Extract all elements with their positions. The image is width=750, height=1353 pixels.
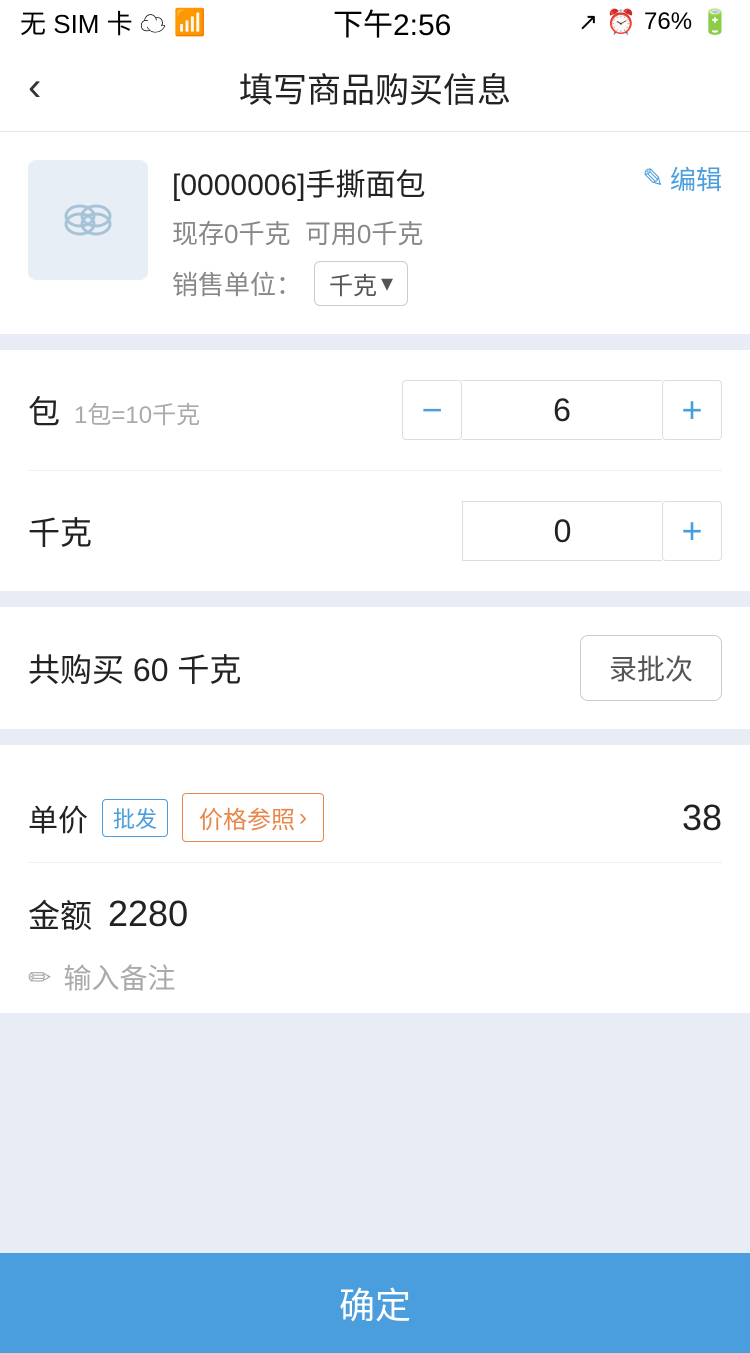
battery-level: 76% <box>644 8 692 36</box>
product-stock: 现存0千克 可用0千克 <box>172 214 722 251</box>
divider-3 <box>0 729 750 745</box>
divider-1 <box>0 334 750 350</box>
price-row: 单价 批发 价格参照 › 38 <box>28 773 722 863</box>
unit-select[interactable]: 千克 ▾ <box>314 261 408 306</box>
input-section: 包 1包=10千克 − + 千克 + <box>0 350 750 591</box>
remark-icon: ✏ <box>28 961 51 994</box>
product-info: [0000006]手撕面包 现存0千克 可用0千克 销售单位： 千克 ▾ <box>172 160 722 306</box>
bag-input-row: 包 1包=10千克 − + <box>28 350 722 471</box>
product-thumbnail <box>28 160 148 280</box>
remark-row[interactable]: ✏ 输入备注 <box>28 957 722 997</box>
kg-label: 千克 <box>28 508 92 554</box>
product-card: [0000006]手撕面包 现存0千克 可用0千克 销售单位： 千克 ▾ ✎ 编… <box>0 132 750 334</box>
nav-bar: ‹ 填写商品购买信息 <box>0 44 750 132</box>
amount-section: 金额 2280 ✏ 输入备注 <box>0 863 750 1013</box>
status-left: 无 SIM 卡 ☁ 📶 <box>20 4 206 41</box>
back-button[interactable]: ‹ <box>28 65 41 110</box>
bag-quantity-control: − + <box>402 380 722 440</box>
empty-area <box>0 1013 750 1253</box>
total-row: 共购买 60 千克 录批次 <box>0 607 750 729</box>
price-value: 38 <box>682 797 722 839</box>
edit-icon: ✎ <box>642 163 664 194</box>
bag-increase-button[interactable]: + <box>662 380 722 440</box>
status-bar: 无 SIM 卡 ☁ 📶 下午2:56 ↗ ⏰ 76% 🔋 <box>0 0 750 44</box>
confirm-button[interactable]: 确定 <box>0 1253 750 1353</box>
sim-status: 无 SIM 卡 ☁ <box>20 4 166 41</box>
location-icon: ↗ <box>578 8 598 37</box>
page-title: 填写商品购买信息 <box>239 63 511 112</box>
price-type-tag: 批发 <box>102 799 168 837</box>
dropdown-icon: ▾ <box>381 269 393 298</box>
edit-button[interactable]: ✎ 编辑 <box>642 160 722 197</box>
kg-quantity-input[interactable] <box>462 501 662 561</box>
price-ref-arrow: › <box>299 804 307 832</box>
product-name: [0000006]手撕面包 <box>172 160 722 204</box>
bag-decrease-button[interactable]: − <box>402 380 462 440</box>
kg-increase-button[interactable]: + <box>662 501 722 561</box>
product-unit-row: 销售单位： 千克 ▾ <box>172 261 722 306</box>
alarm-icon: ⏰ <box>606 8 636 37</box>
price-label: 单价 批发 价格参照 › <box>28 793 324 842</box>
wifi-icon: 📶 <box>174 7 206 38</box>
battery-icon: 🔋 <box>700 8 730 37</box>
time-display: 下午2:56 <box>333 0 451 44</box>
divider-2 <box>0 591 750 607</box>
amount-label: 金额 <box>28 891 92 937</box>
amount-value: 2280 <box>108 893 188 935</box>
status-right: ↗ ⏰ 76% 🔋 <box>578 8 730 37</box>
kg-quantity-control: + <box>462 501 722 561</box>
price-section: 单价 批发 价格参照 › 38 <box>0 745 750 863</box>
bag-quantity-input[interactable] <box>462 380 662 440</box>
bag-hint: 1包=10千克 <box>74 395 200 430</box>
kg-input-row: 千克 + <box>28 471 722 591</box>
remark-placeholder: 输入备注 <box>63 957 175 997</box>
total-label: 共购买 60 千克 <box>28 645 241 691</box>
price-ref-button[interactable]: 价格参照 › <box>182 793 324 842</box>
bag-label: 包 1包=10千克 <box>28 387 200 433</box>
amount-row: 金额 2280 <box>28 891 722 937</box>
batch-button[interactable]: 录批次 <box>580 635 722 701</box>
